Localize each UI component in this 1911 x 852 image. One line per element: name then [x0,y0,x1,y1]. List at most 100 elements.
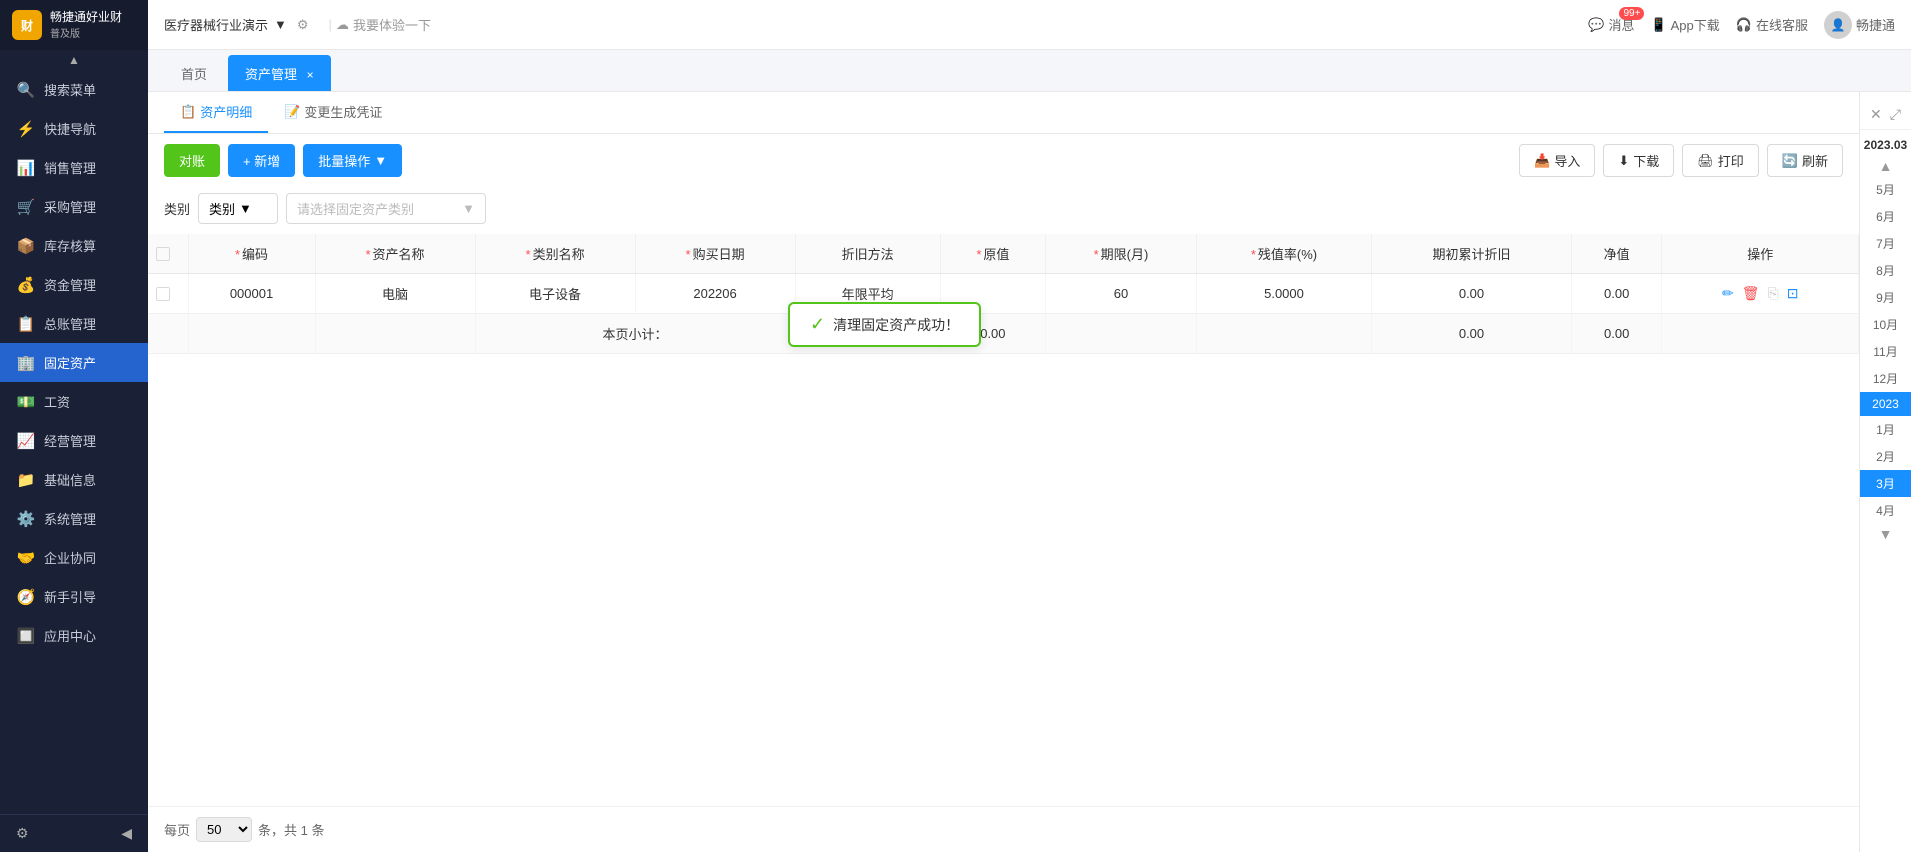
ledger-icon: 📋 [16,315,36,333]
settings-icon[interactable]: ⚙ [16,825,29,842]
delete-icon[interactable]: 🗑 [1742,285,1760,302]
print-button[interactable]: 🖨 打印 [1682,144,1759,177]
subtab-change-voucher[interactable]: 📝 变更生成凭证 [268,92,398,133]
row-action: ✏ 🗑 ⎘ ⊡ [1662,274,1859,314]
sidebar-item-label: 搜索菜单 [44,80,96,99]
month-8[interactable]: 8月 [1860,257,1911,284]
row-checkbox[interactable] [156,287,170,301]
sidebar-item-label: 采购管理 [44,197,96,216]
sidebar-item-inventory[interactable]: 📦 库存核算 [0,226,148,265]
sidebar-scroll-up[interactable]: ▲ [68,54,80,66]
content-page: 📋 资产明细 📝 变更生成凭证 对账 + 新增 批量操作 ▼ [148,92,1911,852]
sidebar-item-label: 库存核算 [44,236,96,255]
user-name: 畅捷通 [1856,15,1895,34]
message-btn[interactable]: 💬 消息 99+ [1588,15,1634,34]
app-download-label: App下载 [1671,15,1720,34]
print-label: 打印 [1718,151,1744,170]
select-all-checkbox[interactable] [156,247,170,261]
close-panel-icon[interactable]: ✕ [1868,104,1884,125]
per-page-label: 每页 [164,820,190,839]
edit-icon[interactable]: ✏ [1722,285,1734,302]
sidebar-item-search[interactable]: 🔍 搜索菜单 [0,70,148,109]
year-badge[interactable]: 2023 [1860,392,1911,416]
per-page-select[interactable]: 50 10 20 100 [196,817,252,842]
sidebar-item-payroll[interactable]: 💵 工资 [0,382,148,421]
month-5[interactable]: 5月 [1860,176,1911,203]
category-input[interactable]: 请选择固定资产类别 ▼ [286,193,486,224]
table-header-row: *编码 *资产名称 *类别名称 *购买日期 折旧方法 *原值 *期限(月) *残… [148,234,1859,274]
sidebar-logo: 财 畅捷通好业财 普及版 [0,0,148,50]
sidebar-item-guide[interactable]: 🧭 新手引导 [0,577,148,616]
month-3-active[interactable]: 3月 [1860,470,1911,497]
purchase-icon: 🛒 [16,198,36,216]
down-arrow-icon[interactable]: ▼ [1877,524,1895,544]
category-label: 类别 [164,199,190,218]
tab-close-icon[interactable]: × [307,68,314,82]
import-label: 导入 [1554,151,1580,170]
finance-icon: 💰 [16,276,36,294]
sidebar-item-app-center[interactable]: 🔲 应用中心 [0,616,148,655]
reconcile-button[interactable]: 对账 [164,144,220,177]
import-button[interactable]: 📥 导入 [1519,144,1595,177]
logo-text-container: 畅捷通好业财 普及版 [50,10,122,41]
app-download-icon: 📱 [1650,17,1666,33]
online-service-btn[interactable]: 🎧 在线客服 [1736,15,1808,34]
month-11[interactable]: 11月 [1860,338,1911,365]
sidebar-item-label: 企业协同 [44,548,96,567]
sidebar-item-sales[interactable]: 📊 销售管理 [0,148,148,187]
sidebar-item-quicknav[interactable]: ⚡ 快捷导航 [0,109,148,148]
tab-asset-mgmt[interactable]: 资产管理 × [228,55,331,91]
sidebar-item-sys-mgmt[interactable]: ⚙️ 系统管理 [0,499,148,538]
sidebar-item-basic-info[interactable]: 📁 基础信息 [0,460,148,499]
sidebar-item-ledger[interactable]: 📋 总账管理 [0,304,148,343]
subtab-asset-detail[interactable]: 📋 资产明细 [164,92,268,133]
settings-btn[interactable]: ⚙ [297,17,309,33]
category-type-select[interactable]: 类别 ▼ [198,193,278,224]
sys-mgmt-icon: ⚙️ [16,510,36,528]
company-dropdown-arrow: ▼ [274,17,287,32]
month-10[interactable]: 10月 [1860,311,1911,338]
experience-btn[interactable]: ☁ 我要体验一下 [336,15,431,34]
user-btn[interactable]: 👤 畅捷通 [1824,11,1895,39]
month-12[interactable]: 12月 [1860,365,1911,392]
expand-panel-icon[interactable]: ⤢ [1888,104,1903,125]
month-2[interactable]: 2月 [1860,443,1911,470]
toast-message: 清理固定资产成功！ [833,315,959,335]
more-icon[interactable]: ⊡ [1787,285,1799,302]
refresh-button[interactable]: 🔄 刷新 [1767,144,1843,177]
sidebar-item-finance[interactable]: 💰 资金管理 [0,265,148,304]
subtotal-initial: 0.00 [1372,314,1572,354]
sidebar-item-purchase[interactable]: 🛒 采购管理 [0,187,148,226]
month-7[interactable]: 7月 [1860,230,1911,257]
sidebar-item-label: 工资 [44,392,70,411]
app-download-btn[interactable]: 📱 App下载 [1650,15,1719,34]
pagination: 每页 50 10 20 100 条，共 1 条 [148,806,1859,852]
add-button[interactable]: + 新增 [228,144,295,177]
up-arrow-icon[interactable]: ▲ [1877,156,1895,176]
subtotal-spacer2: 本页小计： [475,314,795,354]
table-container: *编码 *资产名称 *类别名称 *购买日期 折旧方法 *原值 *期限(月) *残… [148,234,1859,806]
sidebar-item-corp-collab[interactable]: 🤝 企业协同 [0,538,148,577]
col-purchase-date: *购买日期 [635,234,795,274]
month-9[interactable]: 9月 [1860,284,1911,311]
subtotal-net: 0.00 [1571,314,1661,354]
sidebar-item-label: 总账管理 [44,314,96,333]
copy-icon[interactable]: ⎘ [1767,285,1778,302]
month-6[interactable]: 6月 [1860,203,1911,230]
subtab-bar: 📋 资产明细 📝 变更生成凭证 [148,92,1859,134]
company-selector[interactable]: 医疗器械行业演示 ▼ ⚙ [164,15,309,34]
sales-icon: 📊 [16,159,36,177]
logo-title: 畅捷通好业财 [50,10,122,26]
batch-button[interactable]: 批量操作 ▼ [303,144,402,177]
tab-home[interactable]: 首页 [164,55,224,91]
tab-asset-mgmt-label: 资产管理 [245,67,297,82]
month-1[interactable]: 1月 [1860,416,1911,443]
month-4[interactable]: 4月 [1860,497,1911,524]
collapse-icon[interactable]: ◀ [121,825,132,842]
sidebar-item-label: 新手引导 [44,587,96,606]
sidebar-item-business[interactable]: 📈 经营管理 [0,421,148,460]
print-icon: 🖨 [1697,153,1714,169]
sidebar-item-fixed-asset[interactable]: 🏢 固定资产 [0,343,148,382]
toolbar-right: 📥 导入 ⬇ 下载 🖨 打印 🔄 刷新 [1519,144,1843,177]
download-button[interactable]: ⬇ 下载 [1603,144,1674,177]
